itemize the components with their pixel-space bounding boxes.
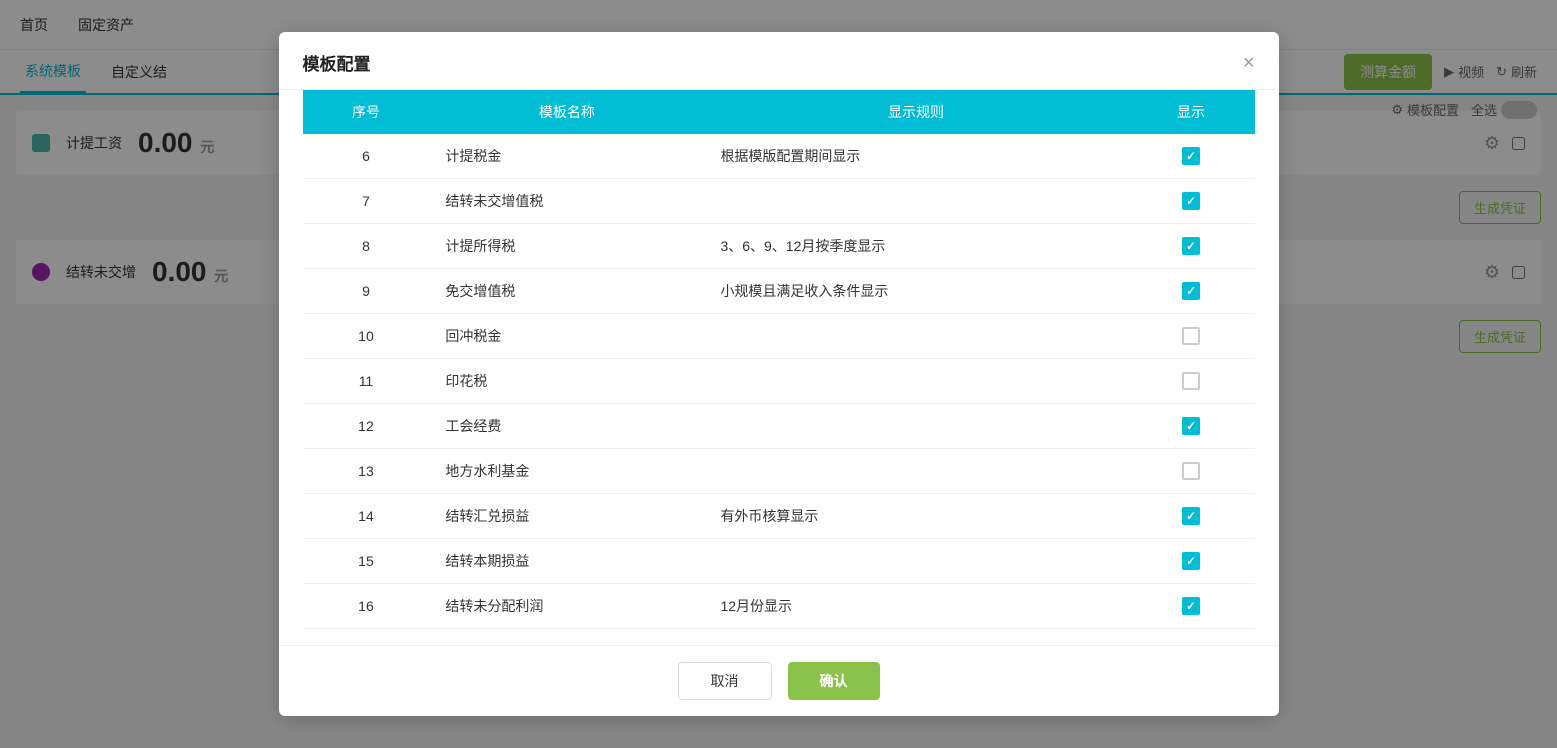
table-row: 8计提所得税3、6、9、12月按季度显示 — [303, 224, 1255, 269]
cell-check-10[interactable] — [1128, 584, 1255, 629]
checkbox-checked-9[interactable] — [1182, 552, 1200, 570]
table-row: 6计提税金根据模版配置期间显示 — [303, 134, 1255, 179]
cell-rule-5 — [704, 359, 1127, 404]
table-row: 16结转未分配利润12月份显示 — [303, 584, 1255, 629]
cell-name-6: 工会经费 — [429, 404, 704, 449]
cell-name-4: 回冲税金 — [429, 314, 704, 359]
cell-check-7[interactable] — [1128, 449, 1255, 494]
cell-name-3: 免交增值税 — [429, 269, 704, 314]
cell-check-3[interactable] — [1128, 269, 1255, 314]
cell-name-9: 结转本期损益 — [429, 539, 704, 584]
cell-name-0: 计提税金 — [429, 134, 704, 179]
cell-rule-3: 小规模且满足收入条件显示 — [704, 269, 1127, 314]
cell-check-0[interactable] — [1128, 134, 1255, 179]
cell-check-8[interactable] — [1128, 494, 1255, 539]
checkbox-checked-1[interactable] — [1182, 192, 1200, 210]
cell-rule-4 — [704, 314, 1127, 359]
checkbox-8[interactable] — [1144, 507, 1239, 525]
checkbox-0[interactable] — [1144, 147, 1239, 165]
checkbox-9[interactable] — [1144, 552, 1239, 570]
checkbox-checked-0[interactable] — [1182, 147, 1200, 165]
checkbox-10[interactable] — [1144, 597, 1239, 615]
cell-name-1: 结转未交增值税 — [429, 179, 704, 224]
checkbox-6[interactable] — [1144, 417, 1239, 435]
cell-no-3: 9 — [303, 269, 430, 314]
cell-no-1: 7 — [303, 179, 430, 224]
col-header-no: 序号 — [303, 90, 430, 134]
col-header-display: 显示 — [1128, 90, 1255, 134]
checkbox-unchecked-4[interactable] — [1182, 327, 1200, 345]
checkbox-2[interactable] — [1144, 237, 1239, 255]
cell-rule-1 — [704, 179, 1127, 224]
cell-name-5: 印花税 — [429, 359, 704, 404]
table-row: 12工会经费 — [303, 404, 1255, 449]
cell-name-10: 结转未分配利润 — [429, 584, 704, 629]
checkbox-checked-8[interactable] — [1182, 507, 1200, 525]
table-header-row: 序号 模板名称 显示规则 显示 — [303, 90, 1255, 134]
cell-rule-7 — [704, 449, 1127, 494]
table-row: 15结转本期损益 — [303, 539, 1255, 584]
table-row: 7结转未交增值税 — [303, 179, 1255, 224]
cell-rule-2: 3、6、9、12月按季度显示 — [704, 224, 1127, 269]
cell-check-6[interactable] — [1128, 404, 1255, 449]
dialog-body: 序号 模板名称 显示规则 显示 6计提税金根据模版配置期间显示7结转未交增值税8… — [279, 90, 1279, 645]
cell-rule-10: 12月份显示 — [704, 584, 1127, 629]
dialog-header: 模板配置 × — [279, 32, 1279, 90]
cell-check-9[interactable] — [1128, 539, 1255, 584]
template-config-dialog: 模板配置 × 序号 模板名称 显示规则 显示 6计提税金根据模版配置期间显示7结… — [279, 32, 1279, 716]
table-row: 9免交增值税小规模且满足收入条件显示 — [303, 269, 1255, 314]
checkbox-unchecked-5[interactable] — [1182, 372, 1200, 390]
checkbox-checked-10[interactable] — [1182, 597, 1200, 615]
checkbox-5[interactable] — [1144, 372, 1239, 390]
checkbox-7[interactable] — [1144, 462, 1239, 480]
cell-no-2: 8 — [303, 224, 430, 269]
cell-no-9: 15 — [303, 539, 430, 584]
table-row: 11印花税 — [303, 359, 1255, 404]
cell-name-2: 计提所得税 — [429, 224, 704, 269]
checkbox-3[interactable] — [1144, 282, 1239, 300]
modal-overlay: 模板配置 × 序号 模板名称 显示规则 显示 6计提税金根据模版配置期间显示7结… — [0, 0, 1557, 748]
col-header-name: 模板名称 — [429, 90, 704, 134]
cell-no-0: 6 — [303, 134, 430, 179]
cell-check-1[interactable] — [1128, 179, 1255, 224]
cell-rule-0: 根据模版配置期间显示 — [704, 134, 1127, 179]
col-header-rule: 显示规则 — [704, 90, 1127, 134]
checkbox-checked-6[interactable] — [1182, 417, 1200, 435]
cell-no-7: 13 — [303, 449, 430, 494]
cancel-button[interactable]: 取消 — [678, 662, 772, 700]
cell-no-8: 14 — [303, 494, 430, 539]
cell-check-2[interactable] — [1128, 224, 1255, 269]
cell-no-4: 10 — [303, 314, 430, 359]
checkbox-4[interactable] — [1144, 327, 1239, 345]
cell-check-5[interactable] — [1128, 359, 1255, 404]
cell-rule-9 — [704, 539, 1127, 584]
confirm-button[interactable]: 确认 — [788, 662, 880, 700]
cell-no-5: 11 — [303, 359, 430, 404]
table-row: 13地方水利基金 — [303, 449, 1255, 494]
checkbox-unchecked-7[interactable] — [1182, 462, 1200, 480]
dialog-close-button[interactable]: × — [1243, 53, 1255, 73]
cell-no-6: 12 — [303, 404, 430, 449]
cell-name-7: 地方水利基金 — [429, 449, 704, 494]
cell-name-8: 结转汇兑损益 — [429, 494, 704, 539]
config-table: 序号 模板名称 显示规则 显示 6计提税金根据模版配置期间显示7结转未交增值税8… — [303, 90, 1255, 629]
checkbox-1[interactable] — [1144, 192, 1239, 210]
cell-no-10: 16 — [303, 584, 430, 629]
checkbox-checked-2[interactable] — [1182, 237, 1200, 255]
dialog-title: 模板配置 — [303, 50, 371, 75]
dialog-footer: 取消 确认 — [279, 645, 1279, 716]
cell-rule-6 — [704, 404, 1127, 449]
cell-rule-8: 有外币核算显示 — [704, 494, 1127, 539]
table-row: 10回冲税金 — [303, 314, 1255, 359]
checkbox-checked-3[interactable] — [1182, 282, 1200, 300]
table-row: 14结转汇兑损益有外币核算显示 — [303, 494, 1255, 539]
cell-check-4[interactable] — [1128, 314, 1255, 359]
